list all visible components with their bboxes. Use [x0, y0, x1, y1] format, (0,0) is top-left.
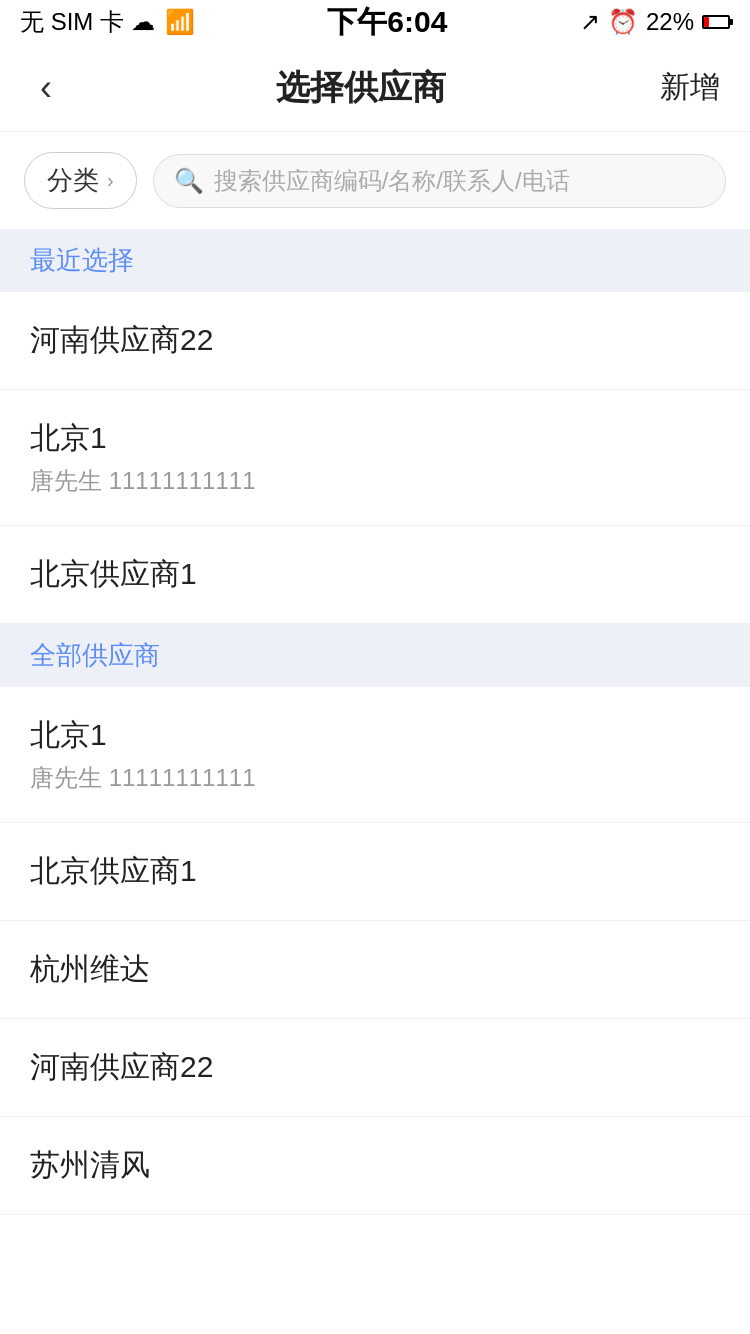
add-button[interactable]: 新增: [660, 67, 720, 108]
search-placeholder: 搜索供应商编码/名称/联系人/电话: [214, 165, 570, 197]
list-item[interactable]: 杭州维达: [0, 921, 750, 1019]
item-name: 北京供应商1: [30, 851, 720, 892]
all-section-label: 全部供应商: [30, 640, 160, 670]
list-item[interactable]: 北京供应商1: [0, 526, 750, 624]
location-icon: ↗: [580, 8, 600, 36]
item-name: 苏州清风: [30, 1145, 720, 1186]
status-bar: 无 SIM 卡 ☁ 📶 下午6:04 ↗ ⏰ 22%: [0, 0, 750, 44]
all-section-header: 全部供应商: [0, 624, 750, 687]
recent-section-label: 最近选择: [30, 245, 134, 275]
search-box[interactable]: 🔍 搜索供应商编码/名称/联系人/电话: [153, 154, 726, 208]
list-item[interactable]: 河南供应商22: [0, 1019, 750, 1117]
list-item[interactable]: 北京供应商1: [0, 823, 750, 921]
list-item[interactable]: 河南供应商22: [0, 292, 750, 390]
all-list: 北京1 唐先生 11111111111 北京供应商1 杭州维达 河南供应商22 …: [0, 687, 750, 1215]
category-button[interactable]: 分类 ›: [24, 152, 137, 209]
sim-label: 无 SIM 卡 ☁: [20, 6, 155, 38]
item-name: 河南供应商22: [30, 1047, 720, 1088]
recent-section-header: 最近选择: [0, 229, 750, 292]
alarm-icon: ⏰: [608, 8, 638, 36]
status-left: 无 SIM 卡 ☁ 📶: [20, 6, 195, 38]
item-name: 北京1: [30, 715, 720, 756]
back-button[interactable]: ‹: [30, 57, 62, 119]
page-title: 选择供应商: [276, 65, 446, 111]
battery-label: 22%: [646, 8, 694, 36]
search-icon: 🔍: [174, 167, 204, 195]
list-item[interactable]: 北京1 唐先生 11111111111: [0, 687, 750, 823]
list-item[interactable]: 北京1 唐先生 11111111111: [0, 390, 750, 526]
battery-icon: [702, 15, 730, 29]
category-label: 分类: [47, 163, 99, 198]
item-name: 杭州维达: [30, 949, 720, 990]
item-detail: 唐先生 11111111111: [30, 465, 720, 497]
filter-row: 分类 › 🔍 搜索供应商编码/名称/联系人/电话: [0, 132, 750, 229]
status-time: 下午6:04: [327, 2, 447, 43]
list-item[interactable]: 苏州清风: [0, 1117, 750, 1215]
status-right: ↗ ⏰ 22%: [580, 8, 730, 36]
chevron-right-icon: ›: [107, 169, 114, 192]
recent-list: 河南供应商22 北京1 唐先生 11111111111 北京供应商1: [0, 292, 750, 624]
item-detail: 唐先生 11111111111: [30, 762, 720, 794]
nav-bar: ‹ 选择供应商 新增: [0, 44, 750, 132]
item-name: 河南供应商22: [30, 320, 720, 361]
wifi-icon: 📶: [165, 8, 195, 36]
item-name: 北京供应商1: [30, 554, 720, 595]
item-name: 北京1: [30, 418, 720, 459]
